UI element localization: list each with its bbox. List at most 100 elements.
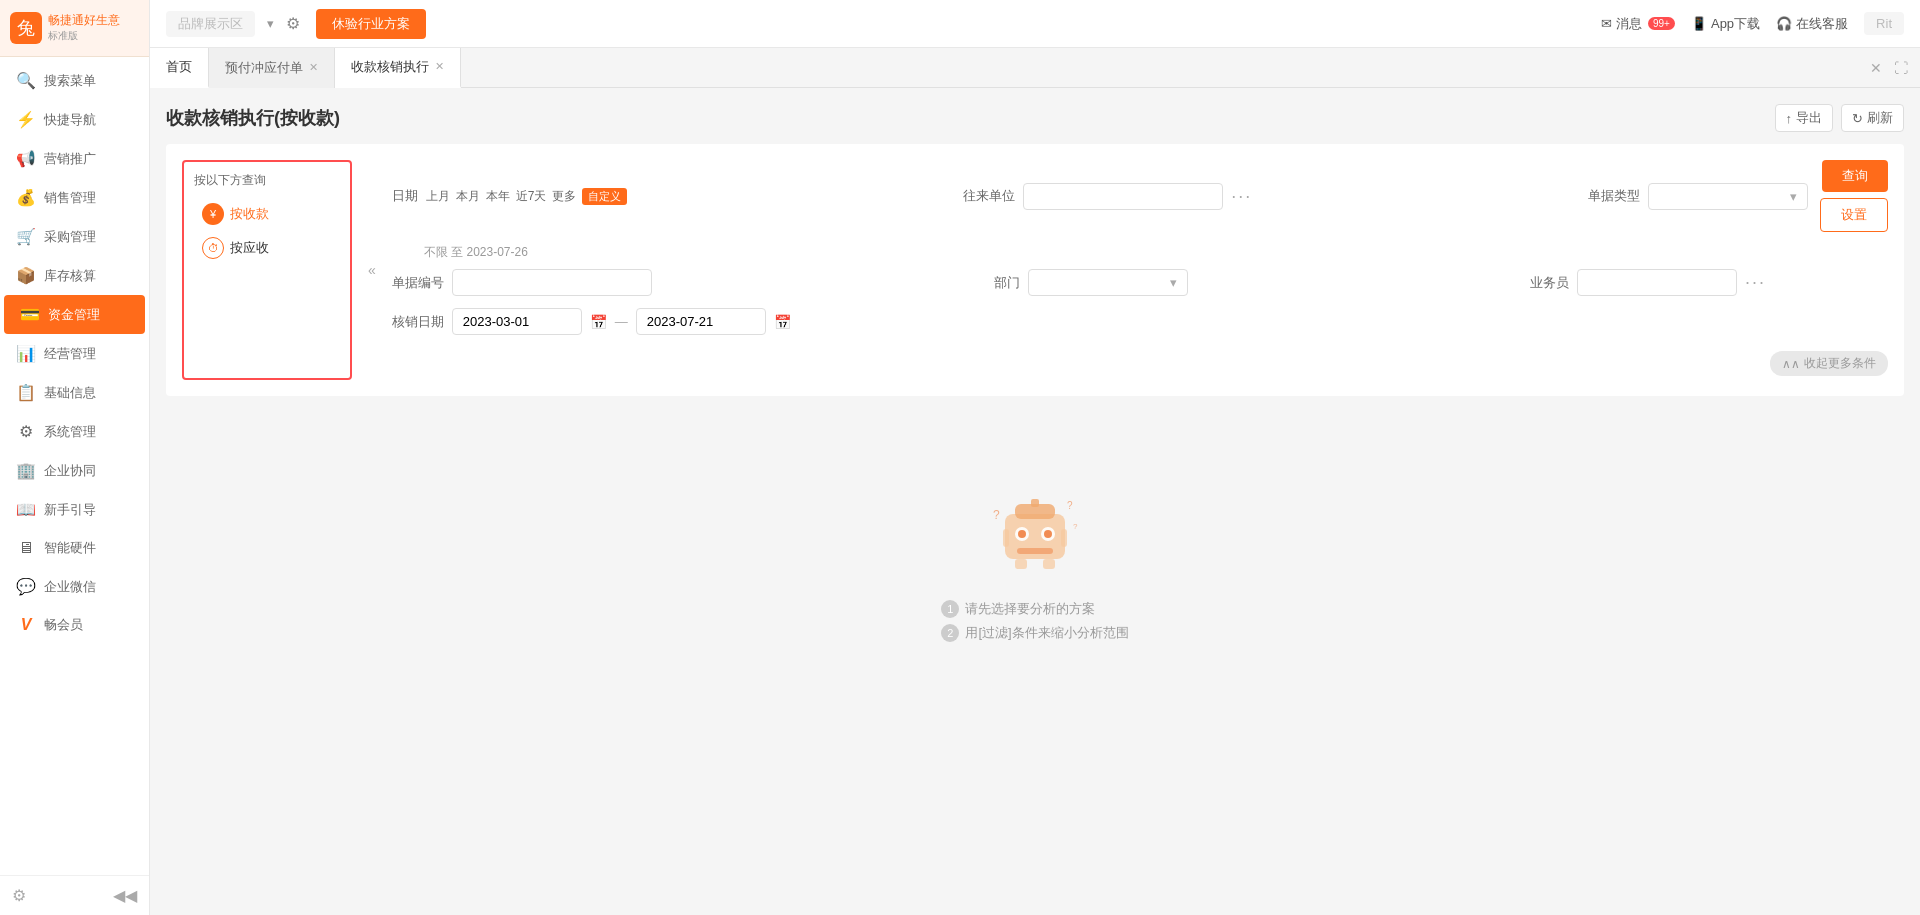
query-row-3: 核销日期 📅 — 📅 xyxy=(392,308,1888,335)
date-label: 日期 xyxy=(392,187,418,205)
collapse-icon: ∧∧ xyxy=(1782,357,1800,371)
date-custom-badge[interactable]: 自定义 xyxy=(582,188,627,205)
writeoff-date-field: 核销日期 📅 — 📅 xyxy=(392,308,791,335)
svg-text:?: ? xyxy=(1067,500,1073,511)
staff-input[interactable] xyxy=(1577,269,1737,296)
date-this-year[interactable]: 本年 xyxy=(486,188,510,205)
query-filter-box: 按以下方查询 ¥ 按收款 ⏱ 按应收 xyxy=(182,160,352,380)
counterparty-dots-icon[interactable]: ··· xyxy=(1231,186,1252,207)
filter-by-receivable[interactable]: ⏱ 按应收 xyxy=(194,231,340,265)
sidebar-item-finance[interactable]: 💳 资金管理 xyxy=(4,295,145,334)
collapse-more-area: ∧∧ 收起更多条件 xyxy=(392,347,1888,380)
marketing-icon: 📢 xyxy=(16,149,36,168)
sidebar-item-basic-info[interactable]: 📋 基础信息 xyxy=(0,373,149,412)
tab-prepay-label: 预付冲应付单 xyxy=(225,59,303,77)
query-panel: 按以下方查询 ¥ 按收款 ⏱ 按应收 « 日期 xyxy=(166,144,1904,396)
business-icon: 📊 xyxy=(16,344,36,363)
collapse-more-button[interactable]: ∧∧ 收起更多条件 xyxy=(1770,351,1888,376)
writeoff-date-start-calendar-icon[interactable]: 📅 xyxy=(590,314,607,330)
writeoff-date-start-input[interactable] xyxy=(452,308,582,335)
page-header: 收款核销执行(按收款) ↑ 导出 ↻ 刷新 xyxy=(166,104,1904,132)
dept-select[interactable]: ▾ xyxy=(1028,269,1188,296)
sidebar-item-quick-nav[interactable]: ⚡ 快捷导航 xyxy=(0,100,149,139)
app-download-button[interactable]: 📱 App下载 xyxy=(1691,15,1760,33)
date-last-month[interactable]: 上月 xyxy=(426,188,450,205)
sidebar: 兔 畅捷通好生意 标准版 🔍 搜索菜单 ⚡ 快捷导航 📢 营销推广 💰 销售管理… xyxy=(0,0,150,915)
sidebar-item-member[interactable]: V 畅会员 xyxy=(0,606,149,644)
refresh-button[interactable]: ↻ 刷新 xyxy=(1841,104,1904,132)
staff-dots-icon[interactable]: ··· xyxy=(1745,272,1766,293)
enterprise-icon: 🏢 xyxy=(16,461,36,480)
sidebar-item-label: 经营管理 xyxy=(44,345,96,363)
topbar: 品牌展示区 ▾ ⚙ 休验行业方案 ✉ 消息 99+ 📱 App下载 🎧 在线客服… xyxy=(150,0,1920,48)
online-service-button[interactable]: 🎧 在线客服 xyxy=(1776,15,1848,33)
query-button[interactable]: 查询 xyxy=(1822,160,1888,192)
message-button[interactable]: ✉ 消息 99+ xyxy=(1601,15,1675,33)
sidebar-bottom: ⚙ ◀◀ xyxy=(0,875,149,915)
tab-receipt[interactable]: 收款核销执行 ✕ xyxy=(335,48,461,88)
doc-type-dropdown-icon: ▾ xyxy=(1790,189,1797,204)
tab-prepay[interactable]: 预付冲应付单 ✕ xyxy=(209,48,335,88)
sidebar-item-label: 库存核算 xyxy=(44,267,96,285)
topbar-dropdown-icon[interactable]: ▾ xyxy=(267,16,274,31)
guide-icon: 📖 xyxy=(16,500,36,519)
service-icon: 🎧 xyxy=(1776,16,1792,31)
staff-field: 业务员 ··· xyxy=(1530,269,1766,296)
empty-state-illustration: ? ? ? xyxy=(985,484,1085,584)
doc-no-input[interactable] xyxy=(452,269,652,296)
tab-prepay-close-icon[interactable]: ✕ xyxy=(309,61,318,74)
tab-receipt-close-icon[interactable]: ✕ xyxy=(435,60,444,73)
writeoff-date-range: 📅 — 📅 xyxy=(452,308,791,335)
query-form: 日期 上月 本月 本年 近7天 更多 自定义 往来单位 xyxy=(392,160,1888,380)
receivable-filter-icon: ⏱ xyxy=(202,237,224,259)
settings-button[interactable]: 设置 xyxy=(1820,198,1888,232)
date-no-limit: 不限 至 2023-07-26 xyxy=(424,245,528,259)
writeoff-date-end-input[interactable] xyxy=(636,308,766,335)
date-this-month[interactable]: 本月 xyxy=(456,188,480,205)
writeoff-date-label: 核销日期 xyxy=(392,313,444,331)
svg-rect-9 xyxy=(1061,529,1067,547)
sidebar-logo: 兔 畅捷通好生意 标准版 xyxy=(0,0,149,57)
sidebar-item-guide[interactable]: 📖 新手引导 xyxy=(0,490,149,529)
industry-solution-button[interactable]: 休验行业方案 xyxy=(316,9,426,39)
date-7days[interactable]: 近7天 xyxy=(516,188,547,205)
sidebar-item-wechat[interactable]: 💬 企业微信 xyxy=(0,567,149,606)
filter-collapse-icon[interactable]: « xyxy=(364,262,380,278)
tab-home[interactable]: 首页 xyxy=(150,48,209,88)
settings-icon[interactable]: ⚙ xyxy=(12,886,26,905)
counterparty-input[interactable] xyxy=(1023,183,1223,210)
sidebar-item-label: 基础信息 xyxy=(44,384,96,402)
date-field: 日期 上月 本月 本年 近7天 更多 自定义 xyxy=(392,187,628,205)
sidebar-item-search-menu[interactable]: 🔍 搜索菜单 xyxy=(0,61,149,100)
svg-rect-8 xyxy=(1003,529,1009,547)
page-title: 收款核销执行(按收款) xyxy=(166,106,340,130)
app-download-icon: 📱 xyxy=(1691,16,1707,31)
svg-point-6 xyxy=(1044,530,1052,538)
tab-expand-icon[interactable]: ⛶ xyxy=(1890,56,1912,80)
topbar-user[interactable]: Rit xyxy=(1864,12,1904,35)
export-button[interactable]: ↑ 导出 xyxy=(1775,104,1834,132)
dept-dropdown-icon: ▾ xyxy=(1170,275,1177,290)
sidebar-item-label: 采购管理 xyxy=(44,228,96,246)
sidebar-item-label: 快捷导航 xyxy=(44,111,96,129)
sidebar-item-system[interactable]: ⚙ 系统管理 xyxy=(0,412,149,451)
sidebar-item-marketing[interactable]: 📢 营销推广 xyxy=(0,139,149,178)
sidebar-item-label: 系统管理 xyxy=(44,423,96,441)
sidebar-item-enterprise[interactable]: 🏢 企业协同 xyxy=(0,451,149,490)
date-more[interactable]: 更多 xyxy=(552,188,576,205)
writeoff-date-end-calendar-icon[interactable]: 📅 xyxy=(774,314,791,330)
collapse-sidebar-icon[interactable]: ◀◀ xyxy=(113,886,137,905)
sidebar-item-sales[interactable]: 💰 销售管理 xyxy=(0,178,149,217)
date-links: 上月 本月 本年 近7天 更多 自定义 xyxy=(426,188,628,205)
sidebar-item-business[interactable]: 📊 经营管理 xyxy=(0,334,149,373)
sales-icon: 💰 xyxy=(16,188,36,207)
filter-by-receipt[interactable]: ¥ 按收款 xyxy=(194,197,340,231)
sidebar-item-inventory[interactable]: 📦 库存核算 xyxy=(0,256,149,295)
empty-state: ? ? ? 1 请先选择要分析的方案 2 用[过滤]条件来缩小分析范围 xyxy=(166,404,1904,728)
doc-type-select[interactable]: ▾ xyxy=(1648,183,1808,210)
topbar-gear-icon[interactable]: ⚙ xyxy=(286,14,300,33)
sidebar-item-hardware[interactable]: 🖥 智能硬件 xyxy=(0,529,149,567)
sidebar-item-purchase[interactable]: 🛒 采购管理 xyxy=(0,217,149,256)
tab-close-all-icon[interactable]: ✕ xyxy=(1866,56,1886,80)
counterparty-label: 往来单位 xyxy=(963,187,1015,205)
